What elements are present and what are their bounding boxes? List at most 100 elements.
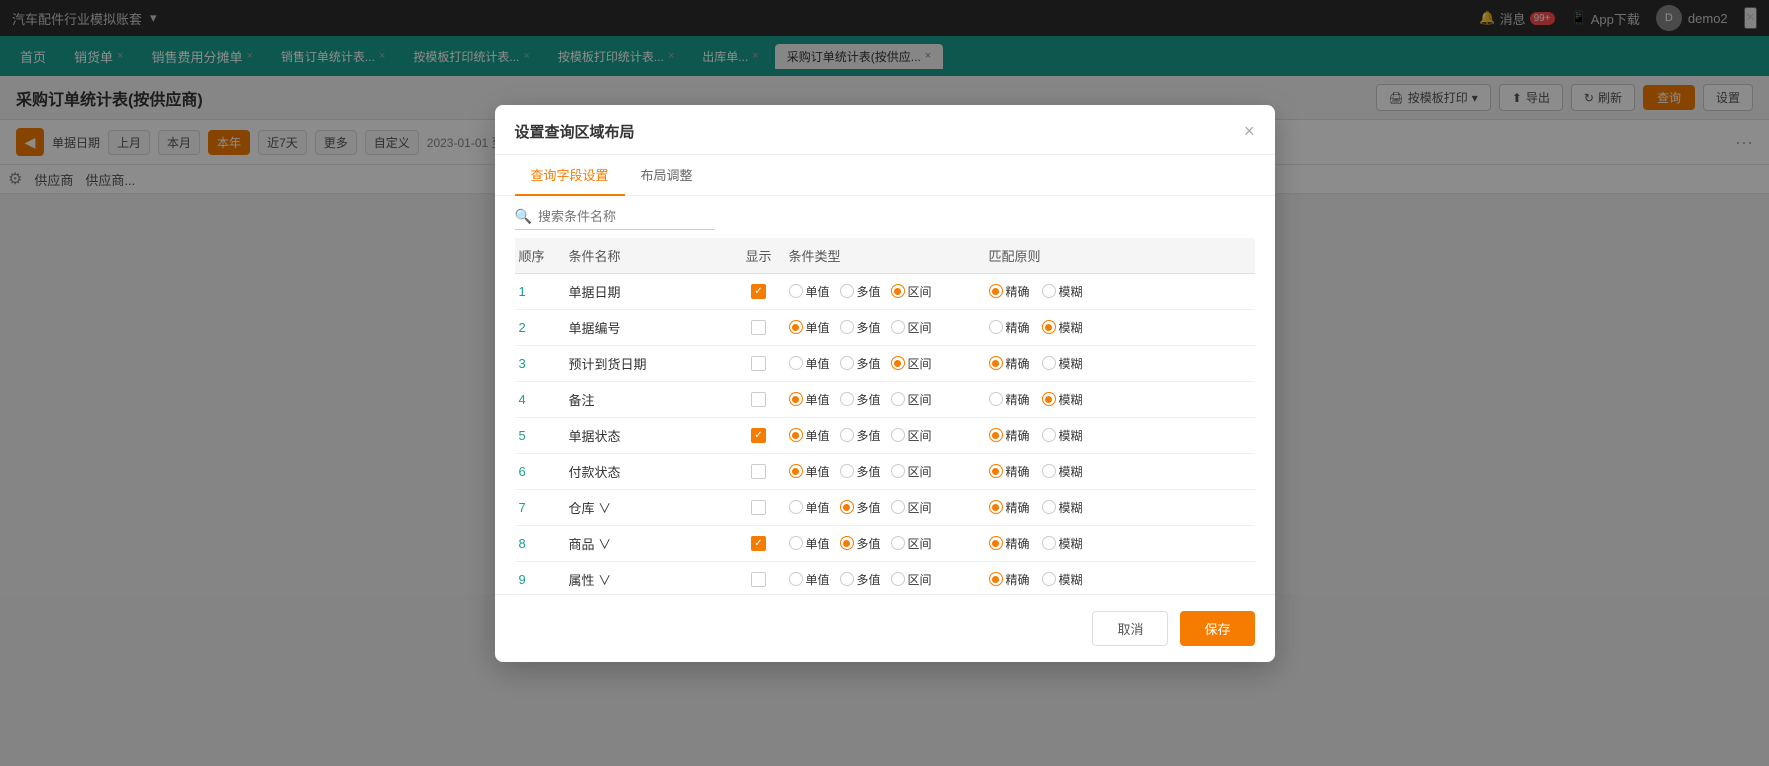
condition-type-group: 单值多值区间: [789, 463, 989, 480]
match-circle-exact: [989, 392, 1003, 406]
match-circle-fuzzy: [1042, 572, 1056, 586]
condition-type-multi[interactable]: 多值: [840, 427, 881, 444]
radio-circle-single: [789, 536, 803, 550]
modal-search-area: 🔍: [495, 196, 1275, 238]
display-checkbox[interactable]: [751, 320, 766, 335]
display-checkbox[interactable]: [751, 356, 766, 371]
match-rule-fuzzy[interactable]: 模糊: [1042, 319, 1083, 336]
display-checkbox-wrap: [729, 356, 789, 371]
row-order: 5: [519, 428, 569, 443]
row-name: 付款状态: [569, 462, 729, 481]
condition-type-group: 单值多值区间: [789, 283, 989, 300]
condition-type-group: 单值多值区间: [789, 427, 989, 444]
condition-type-multi[interactable]: 多值: [840, 463, 881, 480]
condition-type-single[interactable]: 单值: [789, 535, 830, 552]
search-input[interactable]: [538, 209, 715, 224]
row-order: 6: [519, 464, 569, 479]
table-head: 顺序 条件名称 显示 条件类型 匹配原则: [515, 238, 1255, 274]
save-button[interactable]: 保存: [1180, 611, 1254, 646]
modal-close-button[interactable]: ×: [1244, 122, 1255, 140]
match-circle-fuzzy: [1042, 284, 1056, 298]
display-checkbox[interactable]: [751, 464, 766, 479]
tab-query-fields[interactable]: 查询字段设置: [515, 155, 625, 196]
radio-circle-range: [891, 428, 905, 442]
display-checkbox[interactable]: [751, 500, 766, 515]
match-rule-exact[interactable]: 精确: [989, 427, 1030, 444]
condition-type-range[interactable]: 区间: [891, 571, 932, 588]
match-rule-fuzzy[interactable]: 模糊: [1042, 535, 1083, 552]
condition-type-multi[interactable]: 多值: [840, 355, 881, 372]
match-circle-exact: [989, 464, 1003, 478]
condition-type-group: 单值多值区间: [789, 355, 989, 372]
condition-type-range[interactable]: 区间: [891, 391, 932, 408]
table-row: 4备注单值多值区间精确模糊: [515, 382, 1255, 418]
radio-circle-multi: [840, 464, 854, 478]
match-rule-exact[interactable]: 精确: [989, 283, 1030, 300]
condition-type-range[interactable]: 区间: [891, 535, 932, 552]
condition-type-multi[interactable]: 多值: [840, 499, 881, 516]
condition-type-multi[interactable]: 多值: [840, 283, 881, 300]
match-rule-exact[interactable]: 精确: [989, 319, 1030, 336]
match-rule-exact[interactable]: 精确: [989, 535, 1030, 552]
condition-type-multi[interactable]: 多值: [840, 535, 881, 552]
match-rule-fuzzy[interactable]: 模糊: [1042, 499, 1083, 516]
condition-type-range[interactable]: 区间: [891, 355, 932, 372]
tab-layout-adjust[interactable]: 布局调整: [625, 155, 709, 196]
match-rule-fuzzy[interactable]: 模糊: [1042, 355, 1083, 372]
match-rule-fuzzy[interactable]: 模糊: [1042, 463, 1083, 480]
display-checkbox[interactable]: [751, 428, 766, 443]
match-rule-fuzzy[interactable]: 模糊: [1042, 571, 1083, 588]
display-checkbox[interactable]: [751, 572, 766, 587]
table-row: 5单据状态单值多值区间精确模糊: [515, 418, 1255, 454]
condition-type-multi[interactable]: 多值: [840, 571, 881, 588]
modal-table: 顺序 条件名称 显示 条件类型 匹配原则 1单据日期单值多值区间精确模糊2单据编…: [495, 238, 1275, 594]
row-order: 4: [519, 392, 569, 407]
match-rule-exact[interactable]: 精确: [989, 571, 1030, 588]
condition-type-single[interactable]: 单值: [789, 283, 830, 300]
condition-type-single[interactable]: 单值: [789, 463, 830, 480]
match-circle-fuzzy: [1042, 428, 1056, 442]
row-order: 9: [519, 572, 569, 587]
search-icon: 🔍: [515, 208, 532, 225]
condition-type-multi[interactable]: 多值: [840, 391, 881, 408]
display-checkbox[interactable]: [751, 536, 766, 551]
condition-type-group: 单值多值区间: [789, 571, 989, 588]
match-rule-group: 精确模糊: [989, 535, 1169, 552]
match-circle-fuzzy: [1042, 500, 1056, 514]
condition-type-single[interactable]: 单值: [789, 319, 830, 336]
match-rule-exact[interactable]: 精确: [989, 391, 1030, 408]
match-circle-exact: [989, 320, 1003, 334]
display-checkbox[interactable]: [751, 284, 766, 299]
match-rule-exact[interactable]: 精确: [989, 463, 1030, 480]
match-rule-group: 精确模糊: [989, 355, 1169, 372]
condition-type-group: 单值多值区间: [789, 499, 989, 516]
row-name: 属性 ∨: [569, 570, 729, 589]
match-circle-exact: [989, 428, 1003, 442]
condition-type-range[interactable]: 区间: [891, 319, 932, 336]
condition-type-range[interactable]: 区间: [891, 427, 932, 444]
condition-type-range[interactable]: 区间: [891, 499, 932, 516]
radio-circle-multi: [840, 356, 854, 370]
match-rule-fuzzy[interactable]: 模糊: [1042, 427, 1083, 444]
condition-type-single[interactable]: 单值: [789, 427, 830, 444]
cancel-button[interactable]: 取消: [1092, 611, 1168, 646]
match-circle-exact: [989, 572, 1003, 586]
table-row: 7仓库 ∨单值多值区间精确模糊: [515, 490, 1255, 526]
radio-circle-single: [789, 320, 803, 334]
row-order: 8: [519, 536, 569, 551]
condition-type-single[interactable]: 单值: [789, 571, 830, 588]
display-checkbox[interactable]: [751, 392, 766, 407]
table-row: 3预计到货日期单值多值区间精确模糊: [515, 346, 1255, 382]
condition-type-single[interactable]: 单值: [789, 391, 830, 408]
match-rule-fuzzy[interactable]: 模糊: [1042, 283, 1083, 300]
match-rule-fuzzy[interactable]: 模糊: [1042, 391, 1083, 408]
condition-type-single[interactable]: 单值: [789, 499, 830, 516]
condition-type-multi[interactable]: 多值: [840, 319, 881, 336]
modal-header: 设置查询区域布局 ×: [495, 105, 1275, 155]
condition-type-range[interactable]: 区间: [891, 463, 932, 480]
match-rule-exact[interactable]: 精确: [989, 355, 1030, 372]
condition-type-range[interactable]: 区间: [891, 283, 932, 300]
match-rule-exact[interactable]: 精确: [989, 499, 1030, 516]
condition-type-single[interactable]: 单值: [789, 355, 830, 372]
display-checkbox-wrap: [729, 500, 789, 515]
